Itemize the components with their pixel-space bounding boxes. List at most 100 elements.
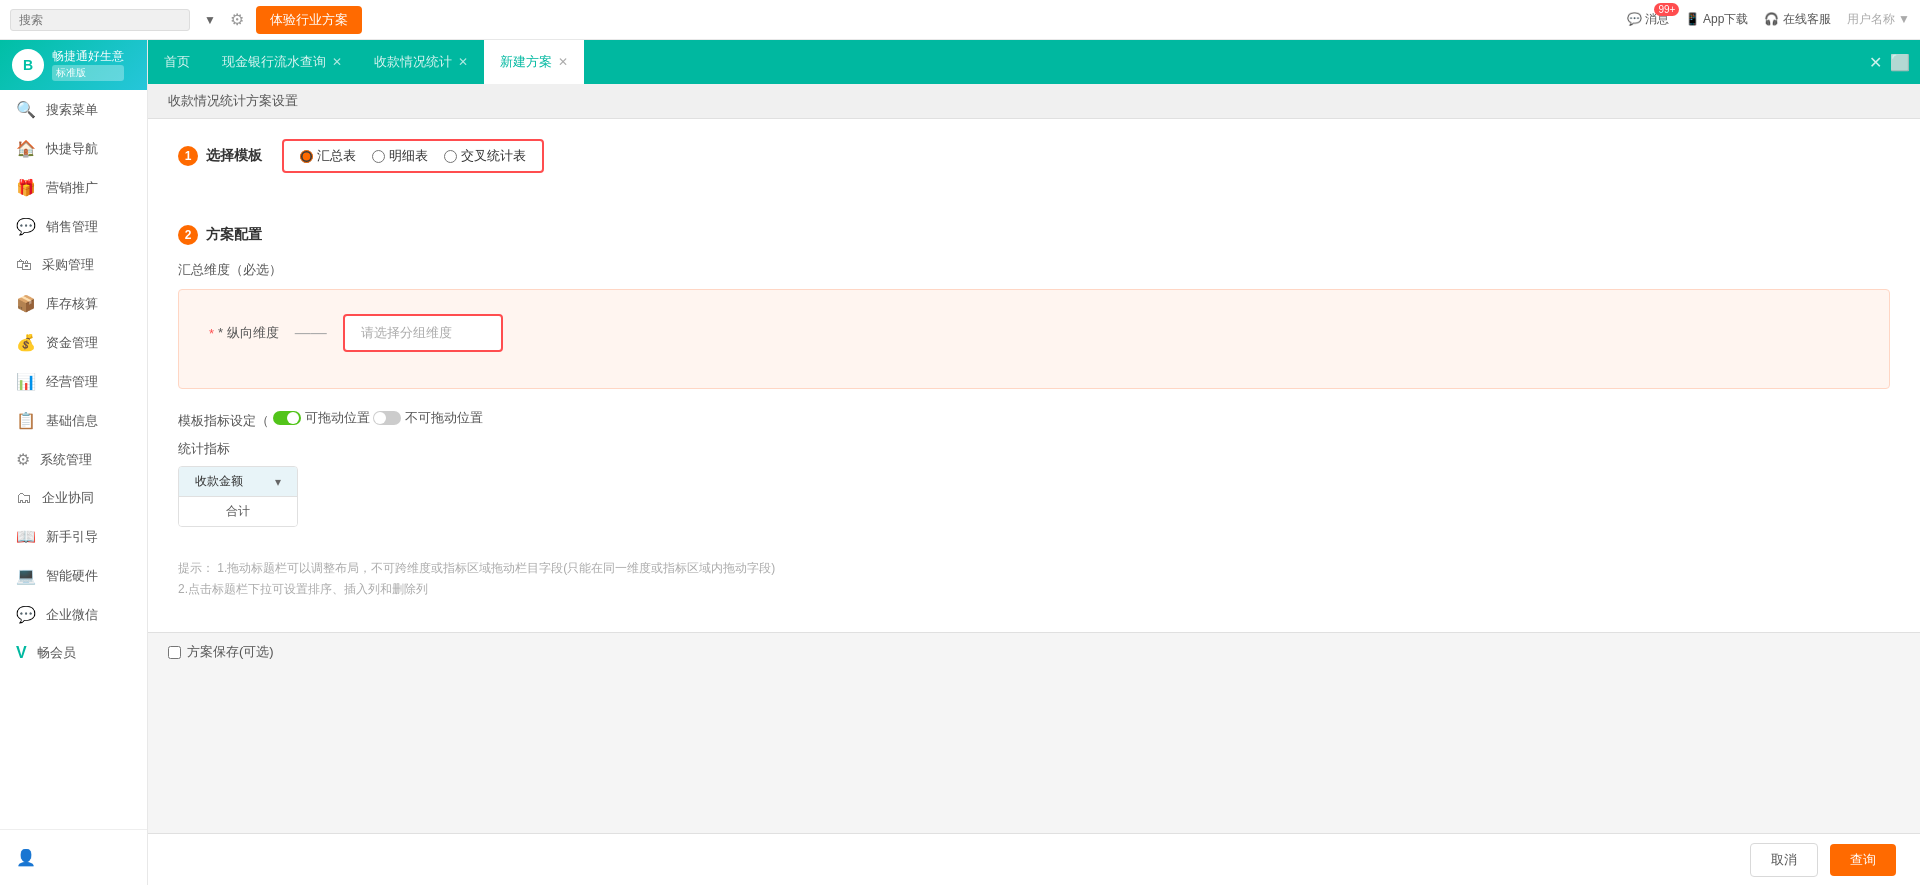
sidebar-item-inventory[interactable]: 📦 库存核算 (0, 284, 147, 323)
corp-icon: 🗂 (16, 489, 32, 507)
tab-close-collection[interactable]: ✕ (458, 55, 468, 69)
non-draggable-label: 不可拖动位置 (405, 409, 483, 427)
save-plan-checkbox-label[interactable]: 方案保存(可选) (168, 643, 1900, 661)
sidebar-item-label: 智能硬件 (46, 567, 98, 585)
sidebar-bottom: 👤 (0, 829, 147, 885)
dimension-area: * * 纵向维度 —— 请选择分组维度 (178, 289, 1890, 389)
sidebar-item-marketing[interactable]: 🎁 营销推广 (0, 168, 147, 207)
top-bar-dropdown[interactable]: ▼ (198, 11, 222, 29)
action-bar: 取消 查询 (148, 833, 1920, 885)
user-info[interactable]: 用户名称 ▼ (1847, 11, 1910, 28)
step1-row: 1 选择模板 汇总表 明细表 (178, 139, 1890, 173)
guide-icon: 📖 (16, 527, 36, 546)
radio-detail[interactable]: 明细表 (372, 147, 428, 165)
hint-row-1: 提示： 1.拖动标题栏可以调整布局，不可跨维度或指标区域拖动栏目字段(只能在同一… (178, 560, 1890, 577)
tab-new-plan[interactable]: 新建方案 ✕ (484, 40, 584, 84)
service-icon: 🎧 (1764, 12, 1779, 26)
query-button[interactable]: 查询 (1830, 844, 1896, 876)
draggable-label: 可拖动位置 (305, 409, 370, 427)
radio-cross-label: 交叉统计表 (461, 147, 526, 165)
tab-close-cashflow[interactable]: ✕ (332, 55, 342, 69)
dimension-select[interactable]: 请选择分组维度 (343, 314, 503, 352)
sidebar-item-hardware[interactable]: 💻 智能硬件 (0, 556, 147, 595)
hint-row-2: 2.点击标题栏下拉可设置排序、插入列和删除列 (178, 581, 1890, 598)
home-icon: 🏠 (16, 139, 36, 158)
tab-label: 现金银行流水查询 (222, 53, 326, 71)
search-input[interactable] (10, 9, 190, 31)
search-icon: 🔍 (16, 100, 36, 119)
wechat-icon: 💬 (16, 605, 36, 624)
required-star: * (209, 326, 214, 341)
tab-label: 新建方案 (500, 53, 552, 71)
sidebar-logo: B 畅捷通好生意 标准版 (0, 40, 147, 90)
sidebar-item-label: 库存核算 (46, 295, 98, 313)
sidebar-item-label: 系统管理 (40, 451, 92, 469)
sidebar-item-label: 企业微信 (46, 606, 98, 624)
sidebar-item-finance[interactable]: 💰 资金管理 (0, 323, 147, 362)
sidebar-item-member[interactable]: V 畅会员 (0, 634, 147, 672)
sidebar-item-corp[interactable]: 🗂 企业协同 (0, 479, 147, 517)
close-window-icon[interactable]: ✕ (1869, 53, 1882, 72)
sidebar-item-sales[interactable]: 💬 销售管理 (0, 207, 147, 246)
save-plan-label: 方案保存(可选) (187, 643, 274, 661)
hint-section: 提示： 1.拖动标题栏可以调整布局，不可跨维度或指标区域拖动栏目字段(只能在同一… (178, 550, 1890, 612)
step2-badge: 2 (178, 225, 198, 245)
tab-label: 收款情况统计 (374, 53, 452, 71)
metrics-header-text: 收款金额 (195, 473, 243, 490)
metrics-table-header[interactable]: 收款金额 ▾ (179, 467, 297, 496)
step1-badge: 1 (178, 146, 198, 166)
tab-bar: 首页 现金银行流水查询 ✕ 收款情况统计 ✕ 新建方案 ✕ ✕ ⬜ (148, 40, 1920, 84)
tab-collection[interactable]: 收款情况统计 ✕ (358, 40, 484, 84)
hardware-icon: 💻 (16, 566, 36, 585)
sidebar-item-bottom1[interactable]: 👤 (0, 838, 147, 877)
page-header: 收款情况统计方案设置 (148, 84, 1920, 119)
radio-detail-label: 明细表 (389, 147, 428, 165)
sidebar-item-guide[interactable]: 📖 新手引导 (0, 517, 147, 556)
sidebar-item-operations[interactable]: 📊 经营管理 (0, 362, 147, 401)
messages-btn[interactable]: 💬 消息 99+ (1627, 11, 1669, 28)
trial-btn[interactable]: 体验行业方案 (256, 6, 362, 34)
logo-badge: 标准版 (52, 65, 124, 81)
dimension-section-title: 汇总维度（必选） (178, 261, 1890, 279)
tab-label: 首页 (164, 53, 190, 71)
sidebar-item-label: 基础信息 (46, 412, 98, 430)
sidebar-item-purchase[interactable]: 🛍 采购管理 (0, 246, 147, 284)
sidebar-item-nav[interactable]: 🏠 快捷导航 (0, 129, 147, 168)
chevron-down-icon[interactable]: ▾ (275, 475, 281, 489)
maximize-icon[interactable]: ⬜ (1890, 53, 1910, 72)
sidebar-item-label: 畅会员 (37, 644, 76, 662)
vertical-dimension-label: * * 纵向维度 (209, 324, 279, 342)
finance-icon: 💰 (16, 333, 36, 352)
save-plan-checkbox[interactable] (168, 646, 181, 659)
arrow-right-icon: —— (295, 324, 327, 342)
radio-cross[interactable]: 交叉统计表 (444, 147, 526, 165)
sidebar-item-wechat[interactable]: 💬 企业微信 (0, 595, 147, 634)
non-draggable-toggle[interactable] (373, 411, 401, 425)
metrics-group-label: 统计指标 (178, 440, 1890, 458)
gear-icon[interactable]: ⚙ (230, 10, 244, 29)
metrics-settings-label: 模板指标设定（ 可拖动位置 不可拖动位置 (178, 409, 483, 430)
tab-cashflow[interactable]: 现金银行流水查询 ✕ (206, 40, 358, 84)
tab-home[interactable]: 首页 (148, 40, 206, 84)
sidebar-item-label: 资金管理 (46, 334, 98, 352)
purchase-icon: 🛍 (16, 256, 32, 274)
cancel-button[interactable]: 取消 (1750, 843, 1818, 877)
template-options-box: 汇总表 明细表 交叉统计表 (282, 139, 544, 173)
radio-summary[interactable]: 汇总表 (300, 147, 356, 165)
metrics-table-row: 合计 (179, 496, 297, 526)
service-btn[interactable]: 🎧 在线客服 (1764, 11, 1830, 28)
page-title: 收款情况统计方案设置 (168, 93, 298, 108)
draggable-toggle[interactable] (273, 411, 301, 425)
sidebar-item-label: 营销推广 (46, 179, 98, 197)
tab-close-new-plan[interactable]: ✕ (558, 55, 568, 69)
step1-title: 选择模板 (206, 147, 262, 165)
sales-icon: 💬 (16, 217, 36, 236)
dimension-placeholder: 请选择分组维度 (361, 325, 452, 340)
message-icon: 💬 (1627, 12, 1642, 26)
metrics-section: 模板指标设定（ 可拖动位置 不可拖动位置 统计指标 (178, 409, 1890, 530)
download-btn[interactable]: 📱 App下载 (1685, 11, 1748, 28)
sidebar-item-basic-info[interactable]: 📋 基础信息 (0, 401, 147, 440)
sidebar-item-search[interactable]: 🔍 搜索菜单 (0, 90, 147, 129)
member-icon: V (16, 644, 27, 662)
sidebar-item-system[interactable]: ⚙ 系统管理 (0, 440, 147, 479)
